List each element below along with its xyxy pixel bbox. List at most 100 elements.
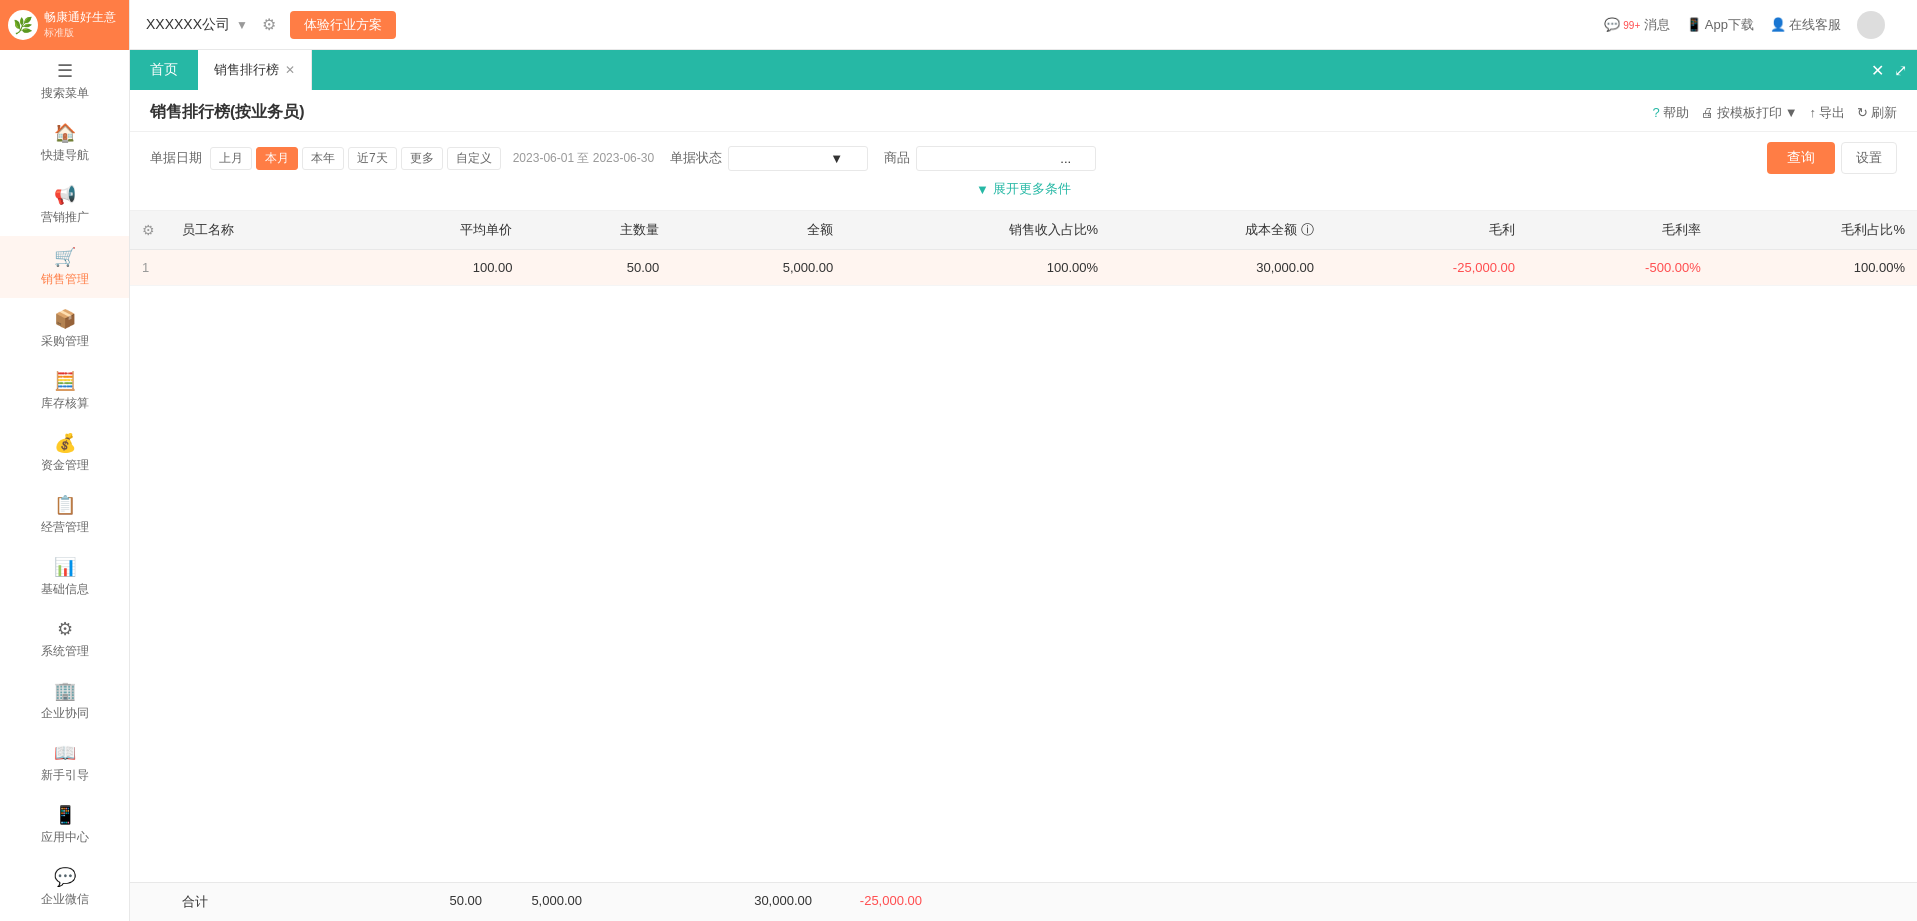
footer-gross: -25,000.00 [812, 893, 922, 911]
enterprise-icon: 🏢 [54, 680, 76, 702]
col-qty-header: 主数量 [524, 211, 671, 250]
template-print-button[interactable]: 🖨 按模板打印 ▼ [1701, 104, 1798, 122]
sidebar-item-marketing[interactable]: 📢 营销推广 [0, 174, 129, 236]
sidebar-item-wechat[interactable]: 💬 企业微信 [0, 856, 129, 918]
query-button[interactable]: 查询 [1767, 142, 1835, 174]
col-gross-header: 毛利 [1326, 211, 1527, 250]
sidebar-item-label: 新手引导 [41, 767, 89, 784]
date-btn-this-month[interactable]: 本月 [256, 147, 298, 170]
avatar[interactable] [1857, 11, 1885, 39]
table-settings-icon[interactable]: ⚙ [142, 222, 155, 238]
tab-expand-icon[interactable]: ⤢ [1894, 61, 1907, 80]
tab-close-icon[interactable]: ✕ [285, 63, 295, 77]
tab-home[interactable]: 首页 [130, 50, 198, 90]
table-wrap: ⚙ 员工名称 平均单价 主数量 全额 销售收入占比% 成本全额 ⓘ 毛利 毛利率… [130, 211, 1917, 882]
date-btn-prev-month[interactable]: 上月 [210, 147, 252, 170]
printer-icon: 🖨 [1701, 105, 1714, 120]
footer-qty: 50.00 [402, 893, 482, 911]
date-label: 单据日期 [150, 149, 202, 167]
marketing-icon: 📢 [54, 184, 76, 206]
table-row: 1 100.00 50.00 5,000.00 100.00% 30,000.0… [130, 250, 1917, 286]
sidebar-logo: 🌿 畅康通好生意 标准版 [0, 0, 129, 50]
app-download-icon: 📱 [1686, 17, 1702, 32]
guide-icon: 📖 [54, 742, 76, 764]
home-icon: 🏠 [54, 122, 76, 144]
filter-expand-row: ▼ 展开更多条件 [150, 174, 1897, 200]
sidebar-item-purchase[interactable]: 📦 采购管理 [0, 298, 129, 360]
footer-gross-pct [1022, 893, 1122, 911]
refresh-button[interactable]: ↻ 刷新 [1857, 104, 1897, 122]
refresh-icon: ↻ [1857, 105, 1868, 120]
tab-close-all-icon[interactable]: ✕ [1871, 61, 1884, 80]
cell-avg-price: 100.00 [347, 250, 524, 286]
status-select[interactable]: ▼ [728, 146, 868, 171]
sidebar-item-label: 采购管理 [41, 333, 89, 350]
online-service-button[interactable]: 👤 在线客服 [1770, 16, 1841, 34]
sidebar-item-inventory[interactable]: 🧮 库存核算 [0, 360, 129, 422]
export-button[interactable]: ↑ 导出 [1810, 104, 1846, 122]
col-avg-price-header: 平均单价 [347, 211, 524, 250]
sidebar-item-label: 企业协同 [41, 705, 89, 722]
sidebar-item-apps[interactable]: 📱 应用中心 [0, 794, 129, 856]
help-button[interactable]: ? 帮助 [1652, 104, 1688, 122]
page-container: 销售排行榜(按业务员) ? 帮助 🖨 按模板打印 ▼ ↑ 导出 [130, 90, 1917, 921]
date-btn-this-year[interactable]: 本年 [302, 147, 344, 170]
expand-more-label: 展开更多条件 [993, 180, 1071, 198]
goods-filter-group: 商品 ... [884, 146, 1096, 171]
cell-amount: 5,000.00 [671, 250, 845, 286]
setting-button[interactable]: 设置 [1841, 142, 1897, 174]
purchase-icon: 📦 [54, 308, 76, 330]
date-btn-custom[interactable]: 自定义 [447, 147, 501, 170]
sidebar-item-sales[interactable]: 🛒 销售管理 [0, 236, 129, 298]
sidebar-item-label: 销售管理 [41, 271, 89, 288]
sidebar-item-label: 营销推广 [41, 209, 89, 226]
footer-spacer [142, 893, 182, 911]
footer-avg [302, 893, 402, 911]
date-btn-more[interactable]: 更多 [401, 147, 443, 170]
cell-cost: 30,000.00 [1110, 250, 1326, 286]
company-dropdown-icon: ▼ [236, 18, 248, 32]
cell-gross-rate: -500.00% [1527, 250, 1713, 286]
apps-icon: 📱 [54, 804, 76, 826]
data-table: ⚙ 员工名称 平均单价 主数量 全额 销售收入占比% 成本全额 ⓘ 毛利 毛利率… [130, 211, 1917, 286]
sidebar-item-quick-nav[interactable]: 🏠 快捷导航 [0, 112, 129, 174]
sidebar: 🌿 畅康通好生意 标准版 ☰ 搜索菜单 🏠 快捷导航 📢 营销推广 🛒 销售管理… [0, 0, 130, 921]
cell-sales-pct: 100.00% [845, 250, 1110, 286]
app-download-label: App下载 [1705, 16, 1754, 34]
sidebar-item-finance[interactable]: 💰 资金管理 [0, 422, 129, 484]
topbar-gear-icon[interactable]: ⚙ [262, 15, 276, 34]
goods-select[interactable]: ... [916, 146, 1096, 171]
sidebar-item-label: 搜索菜单 [41, 85, 89, 102]
sidebar-item-guide[interactable]: 📖 新手引导 [0, 732, 129, 794]
page-title: 销售排行榜(按业务员) [150, 102, 305, 123]
goods-label: 商品 [884, 149, 910, 167]
company-selector[interactable]: XXXXXX公司 ▼ [146, 16, 248, 34]
sidebar-item-basic-info[interactable]: 📊 基础信息 [0, 546, 129, 608]
export-icon: ↑ [1810, 105, 1817, 120]
tabbar-right: ✕ ⤢ [1871, 61, 1917, 80]
message-label: 消息 [1644, 17, 1670, 32]
sidebar-item-label: 库存核算 [41, 395, 89, 412]
sidebar-item-label: 基础信息 [41, 581, 89, 598]
sidebar-item-operations[interactable]: 📋 经营管理 [0, 484, 129, 546]
message-icon: 💬 [1604, 17, 1620, 32]
trial-button[interactable]: 体验行业方案 [290, 11, 396, 39]
date-btn-7days[interactable]: 近7天 [348, 147, 397, 170]
cell-rank: 1 [130, 250, 170, 286]
help-icon: ? [1652, 105, 1659, 120]
sidebar-item-enterprise[interactable]: 🏢 企业协同 [0, 670, 129, 732]
main-area: XXXXXX公司 ▼ ⚙ 体验行业方案 💬 99+ 消息 📱 App下载 👤 在… [130, 0, 1917, 921]
footer-label: 合计 [182, 893, 302, 911]
expand-more-button[interactable]: ▼ 展开更多条件 [976, 180, 1071, 198]
footer-gross-rate [922, 893, 1022, 911]
message-button[interactable]: 💬 99+ 消息 [1604, 16, 1670, 34]
app-download-button[interactable]: 📱 App下载 [1686, 16, 1754, 34]
sidebar-item-search[interactable]: ☰ 搜索菜单 [0, 50, 129, 112]
template-print-dropdown-icon: ▼ [1785, 105, 1798, 120]
logo-title: 畅康通好生意 [44, 10, 116, 26]
col-gross-rate-header: 毛利率 [1527, 211, 1713, 250]
tab-sales-rank[interactable]: 销售排行榜 ✕ [198, 50, 312, 90]
sidebar-item-system[interactable]: ⚙ 系统管理 [0, 608, 129, 670]
topbar: XXXXXX公司 ▼ ⚙ 体验行业方案 💬 99+ 消息 📱 App下载 👤 在… [130, 0, 1917, 50]
online-service-label: 在线客服 [1789, 16, 1841, 34]
